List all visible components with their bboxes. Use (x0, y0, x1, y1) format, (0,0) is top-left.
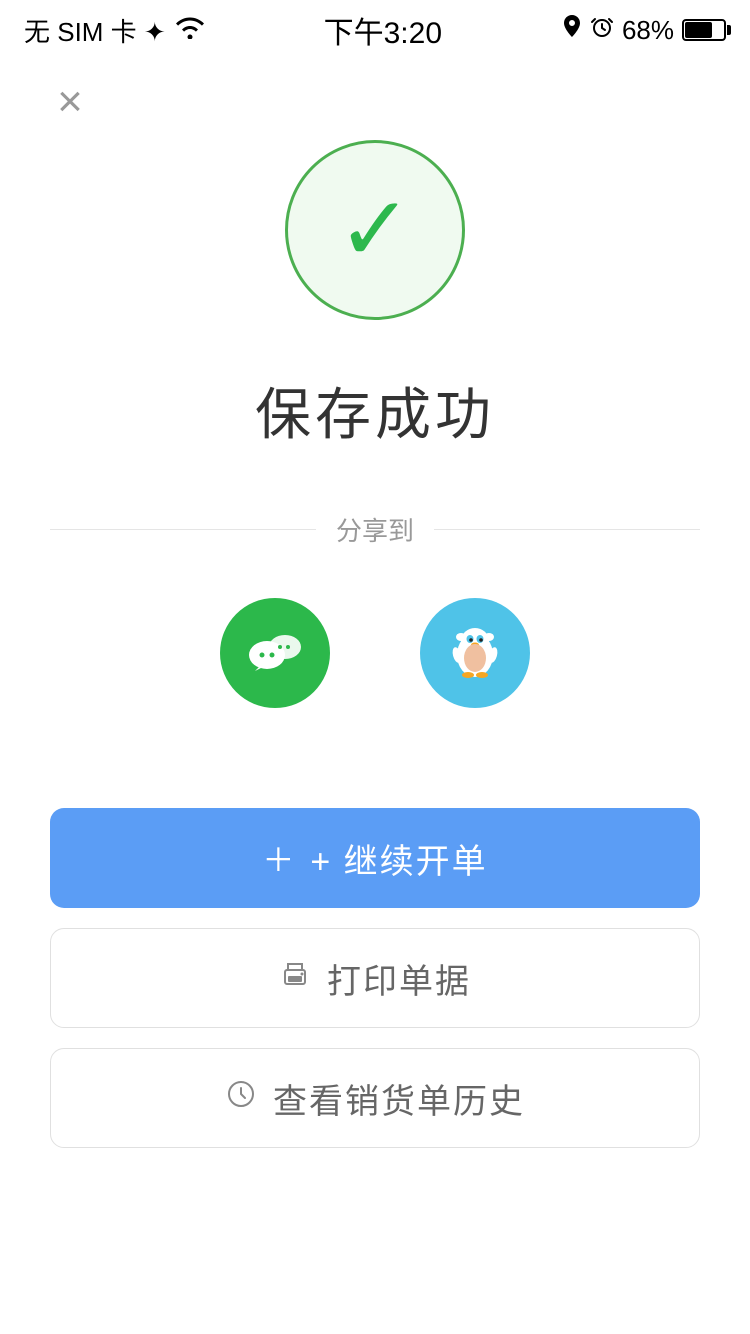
history-icon (225, 1078, 257, 1118)
battery-percentage: 68% (622, 15, 674, 46)
status-left: 无 SIM 卡 ✦ (24, 12, 204, 49)
checkmark-icon: ✓ (337, 185, 412, 275)
buttons-section: ＋ + 继续开单 打印单据 查看销货单历 (0, 788, 750, 1148)
share-label: 分享到 (316, 511, 434, 548)
history-button[interactable]: 查看销货单历史 (50, 1048, 700, 1148)
print-button[interactable]: 打印单据 (50, 928, 700, 1028)
location-icon (562, 15, 582, 46)
main-content: ✓ 保存成功 分享到 (0, 60, 750, 1148)
sim-status: 无 SIM 卡 ✦ (24, 12, 166, 49)
close-icon: × (57, 80, 83, 124)
success-title: 保存成功 (255, 370, 495, 451)
status-right: 68% (562, 15, 726, 46)
continue-button-label: + 继续开单 (310, 834, 487, 883)
history-button-label: 查看销货单历史 (273, 1074, 525, 1123)
continue-button[interactable]: ＋ + 继续开单 (50, 808, 700, 908)
status-time: 下午3:20 (324, 8, 442, 52)
alarm-icon (590, 15, 614, 46)
share-section: 分享到 (0, 511, 750, 738)
plus-icon: ＋ (262, 835, 294, 881)
battery-icon (682, 19, 726, 41)
printer-icon (279, 958, 311, 998)
share-divider: 分享到 (50, 511, 700, 548)
success-circle: ✓ (285, 140, 465, 320)
qq-share-button[interactable] (420, 598, 530, 708)
status-bar: 无 SIM 卡 ✦ 下午3:20 68% (0, 0, 750, 60)
divider-left (50, 529, 316, 530)
share-icons (50, 598, 700, 708)
close-button[interactable]: × (40, 72, 100, 132)
wechat-share-button[interactable] (220, 598, 330, 708)
divider-right (434, 529, 700, 530)
wifi-icon (176, 15, 204, 46)
print-button-label: 打印单据 (327, 954, 471, 1003)
wechat-icon (241, 619, 309, 687)
qq-icon (441, 619, 509, 687)
